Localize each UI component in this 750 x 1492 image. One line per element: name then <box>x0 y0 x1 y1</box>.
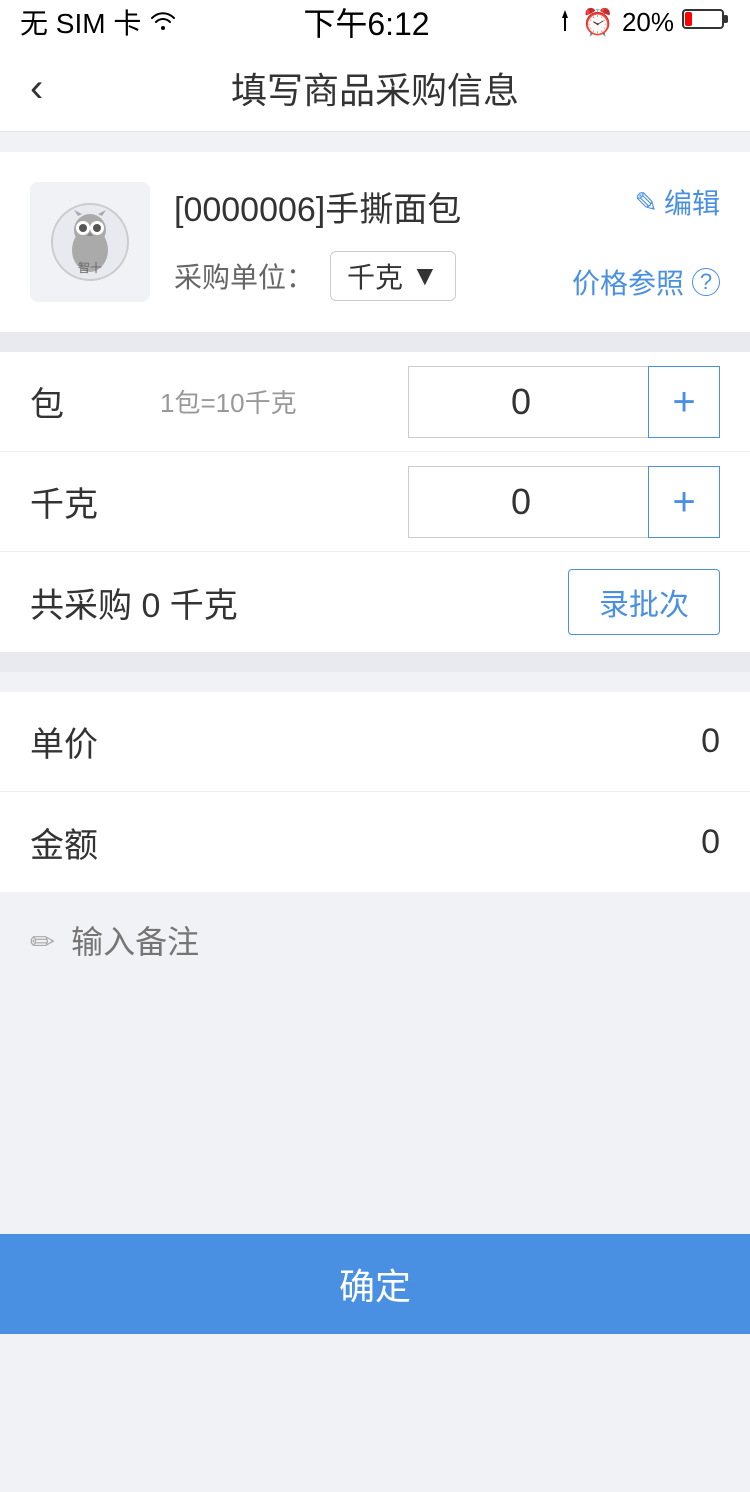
bao-input-group: + <box>408 366 720 438</box>
edit-label: 编辑 <box>664 182 720 222</box>
product-image: 智十 <box>30 182 150 302</box>
svg-text:智十: 智十 <box>78 260 102 275</box>
edit-pencil-icon: ✎ <box>635 186 658 219</box>
wifi-icon <box>149 6 177 38</box>
amount-label: 金额 <box>30 818 98 867</box>
status-right: ⏰ 20% <box>556 7 730 38</box>
page-title: 填写商品采购信息 <box>231 62 519 114</box>
batch-button[interactable]: 录批次 <box>568 569 720 635</box>
bao-input[interactable] <box>408 366 648 438</box>
amount-value: 0 <box>701 823 720 862</box>
product-logo: 智十 <box>50 202 130 282</box>
battery-icon <box>682 7 730 38</box>
price-ref-button[interactable]: 价格参照 ? <box>572 262 720 302</box>
confirm-button[interactable]: 确定 <box>0 1234 750 1334</box>
chevron-down-icon: ▼ <box>411 260 439 292</box>
nav-bar: ‹ 填写商品采购信息 <box>0 44 750 132</box>
kg-input[interactable] <box>408 466 648 538</box>
amount-row: 金额 0 <box>0 792 750 892</box>
status-left: 无 SIM 卡 <box>20 2 177 42</box>
bao-label: 包 <box>30 377 150 426</box>
unit-price-value: 0 <box>701 722 720 761</box>
alarm-icon: ⏰ <box>582 7 614 38</box>
bao-plus-button[interactable]: + <box>648 366 720 438</box>
location-icon <box>556 7 574 38</box>
info-icon: ? <box>692 268 720 296</box>
section-divider-2 <box>0 652 750 672</box>
price-ref-label: 价格参照 <box>572 262 684 302</box>
kg-row: 千克 + <box>0 452 750 552</box>
bao-sublabel: 1包=10千克 <box>160 383 297 420</box>
section-divider-1 <box>0 332 750 352</box>
bao-row: 包 1包=10千克 + <box>0 352 750 452</box>
status-time: 下午6:12 <box>303 0 429 45</box>
kg-plus-button[interactable]: + <box>648 466 720 538</box>
edit-button[interactable]: ✎ 编辑 <box>635 182 720 222</box>
product-card: 智十 [0000006]手撕面包 采购单位： 千克 ▼ ✎ 编辑 价格参照 ? <box>0 152 750 332</box>
note-section: ✏ <box>0 892 750 992</box>
status-bar: 无 SIM 卡 下午6:12 ⏰ 20% <box>0 0 750 44</box>
sim-status: 无 SIM 卡 <box>20 2 141 42</box>
unit-value: 千克 <box>347 256 403 296</box>
unit-price-label: 单价 <box>30 717 98 766</box>
back-button[interactable]: ‹ <box>30 68 43 108</box>
kg-label: 千克 <box>30 477 150 526</box>
purchase-unit-label: 采购单位： <box>174 256 314 296</box>
unit-selector[interactable]: 千克 ▼ <box>330 251 456 301</box>
kg-input-group: + <box>408 466 720 538</box>
quantity-section: 包 1包=10千克 + 千克 + <box>0 352 750 552</box>
price-section: 单价 0 金额 0 <box>0 692 750 892</box>
note-input[interactable] <box>71 924 720 961</box>
total-label: 共采购 0 千克 <box>30 578 238 627</box>
total-row: 共采购 0 千克 录批次 <box>0 552 750 652</box>
unit-price-row: 单价 0 <box>0 692 750 792</box>
battery-percent: 20% <box>622 7 674 38</box>
pencil-icon: ✏ <box>30 925 55 960</box>
